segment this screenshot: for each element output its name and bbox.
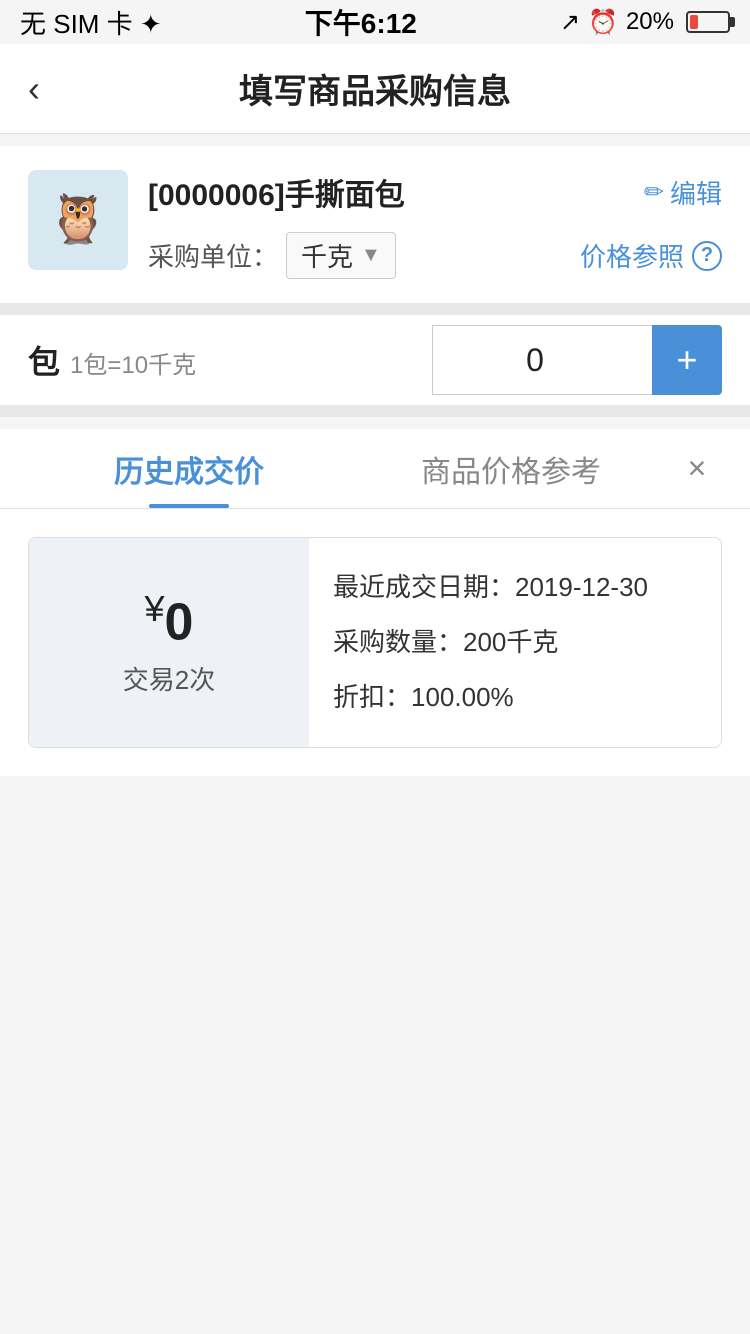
carrier-text: 无 SIM 卡 ✦ bbox=[20, 4, 162, 41]
qty-value: 200千克 bbox=[463, 627, 558, 657]
product-name-row: [0000006]手撕面包 ✏ 编辑 bbox=[148, 170, 722, 214]
quantity-input[interactable] bbox=[432, 325, 652, 395]
date-value: 2019-12-30 bbox=[515, 572, 648, 602]
status-time: 下午6:12 bbox=[305, 2, 417, 42]
battery-icon bbox=[686, 11, 730, 33]
quantity-ratio: 1包=10千克 bbox=[70, 345, 196, 380]
product-info: [0000006]手撕面包 ✏ 编辑 采购单位： 千克 ▼ 价格参照 ? bbox=[148, 170, 722, 279]
history-price: ¥0 bbox=[145, 588, 194, 652]
edit-icon: ✏ bbox=[644, 178, 664, 207]
alarm-icon: ⏰ bbox=[588, 8, 618, 37]
quantity-label: 包 1包=10千克 bbox=[28, 337, 196, 383]
history-price-summary: ¥0 交易2次 bbox=[29, 538, 309, 747]
tab-content: ¥0 交易2次 最近成交日期：2019-12-30 采购数量：200千克 折扣：… bbox=[0, 509, 750, 776]
product-logo-icon: 🦉 bbox=[48, 196, 108, 244]
dropdown-arrow-icon: ▼ bbox=[361, 244, 381, 267]
quantity-unit: 包 bbox=[28, 337, 60, 383]
tab-price-reference-label: 商品价格参考 bbox=[421, 447, 601, 491]
product-thumbnail: 🦉 bbox=[28, 170, 128, 270]
page-title: 填写商品采购信息 bbox=[239, 64, 511, 113]
unit-dropdown[interactable]: 千克 ▼ bbox=[286, 232, 396, 279]
product-unit-row: 采购单位： 千克 ▼ 价格参照 ? bbox=[148, 232, 722, 279]
quantity-plus-button[interactable]: + bbox=[652, 325, 722, 395]
price-reference-button[interactable]: 价格参照 ? bbox=[580, 237, 722, 274]
quantity-input-block: + bbox=[432, 325, 722, 395]
battery-text: 20% bbox=[626, 8, 674, 36]
price-ref-label: 价格参照 bbox=[580, 237, 684, 274]
currency-symbol: ¥ bbox=[145, 588, 165, 629]
status-bar: 无 SIM 卡 ✦ 下午6:12 ↗ ⏰ 20% bbox=[0, 0, 750, 44]
tab-history-price-label: 历史成交价 bbox=[114, 447, 264, 491]
status-right: ↗ ⏰ 20% bbox=[560, 8, 730, 37]
section-divider bbox=[0, 303, 750, 315]
help-icon: ? bbox=[692, 241, 722, 271]
product-name: [0000006]手撕面包 bbox=[148, 170, 405, 214]
back-button[interactable]: ‹ bbox=[28, 68, 40, 110]
edit-button[interactable]: ✏ 编辑 bbox=[644, 174, 722, 211]
unit-selector: 采购单位： 千克 ▼ bbox=[148, 232, 396, 279]
tabs-header: 历史成交价 商品价格参考 × bbox=[0, 429, 750, 509]
history-details: 最近成交日期：2019-12-30 采购数量：200千克 折扣：100.00% bbox=[309, 538, 721, 747]
qty-label: 采购数量： bbox=[333, 627, 463, 657]
history-price-value: 0 bbox=[165, 593, 194, 651]
history-discount-row: 折扣：100.00% bbox=[333, 678, 697, 717]
tab-price-reference[interactable]: 商品价格参考 bbox=[350, 429, 672, 508]
tab-history-price[interactable]: 历史成交价 bbox=[28, 429, 350, 508]
section-divider-2 bbox=[0, 405, 750, 417]
discount-value: 100.00% bbox=[411, 682, 514, 712]
edit-label: 编辑 bbox=[670, 174, 722, 211]
battery-fill bbox=[690, 15, 698, 29]
unit-label: 采购单位： bbox=[148, 237, 278, 274]
tabs-panel: 历史成交价 商品价格参考 × ¥0 交易2次 最近成交日期：2019-12-30… bbox=[0, 429, 750, 776]
quantity-row: 包 1包=10千克 + bbox=[0, 315, 750, 405]
tabs-close-button[interactable]: × bbox=[672, 444, 722, 494]
product-card: 🦉 [0000006]手撕面包 ✏ 编辑 采购单位： 千克 ▼ 价格参照 ? bbox=[0, 146, 750, 303]
history-card: ¥0 交易2次 最近成交日期：2019-12-30 采购数量：200千克 折扣：… bbox=[28, 537, 722, 748]
location-icon: ↗ bbox=[560, 8, 580, 37]
date-label: 最近成交日期： bbox=[333, 572, 515, 602]
status-left: 无 SIM 卡 ✦ bbox=[20, 4, 162, 41]
history-qty-row: 采购数量：200千克 bbox=[333, 623, 697, 662]
history-date-row: 最近成交日期：2019-12-30 bbox=[333, 568, 697, 607]
trade-count: 交易2次 bbox=[123, 660, 215, 697]
discount-label: 折扣： bbox=[333, 682, 411, 712]
unit-value: 千克 bbox=[301, 237, 353, 274]
header: ‹ 填写商品采购信息 bbox=[0, 44, 750, 134]
